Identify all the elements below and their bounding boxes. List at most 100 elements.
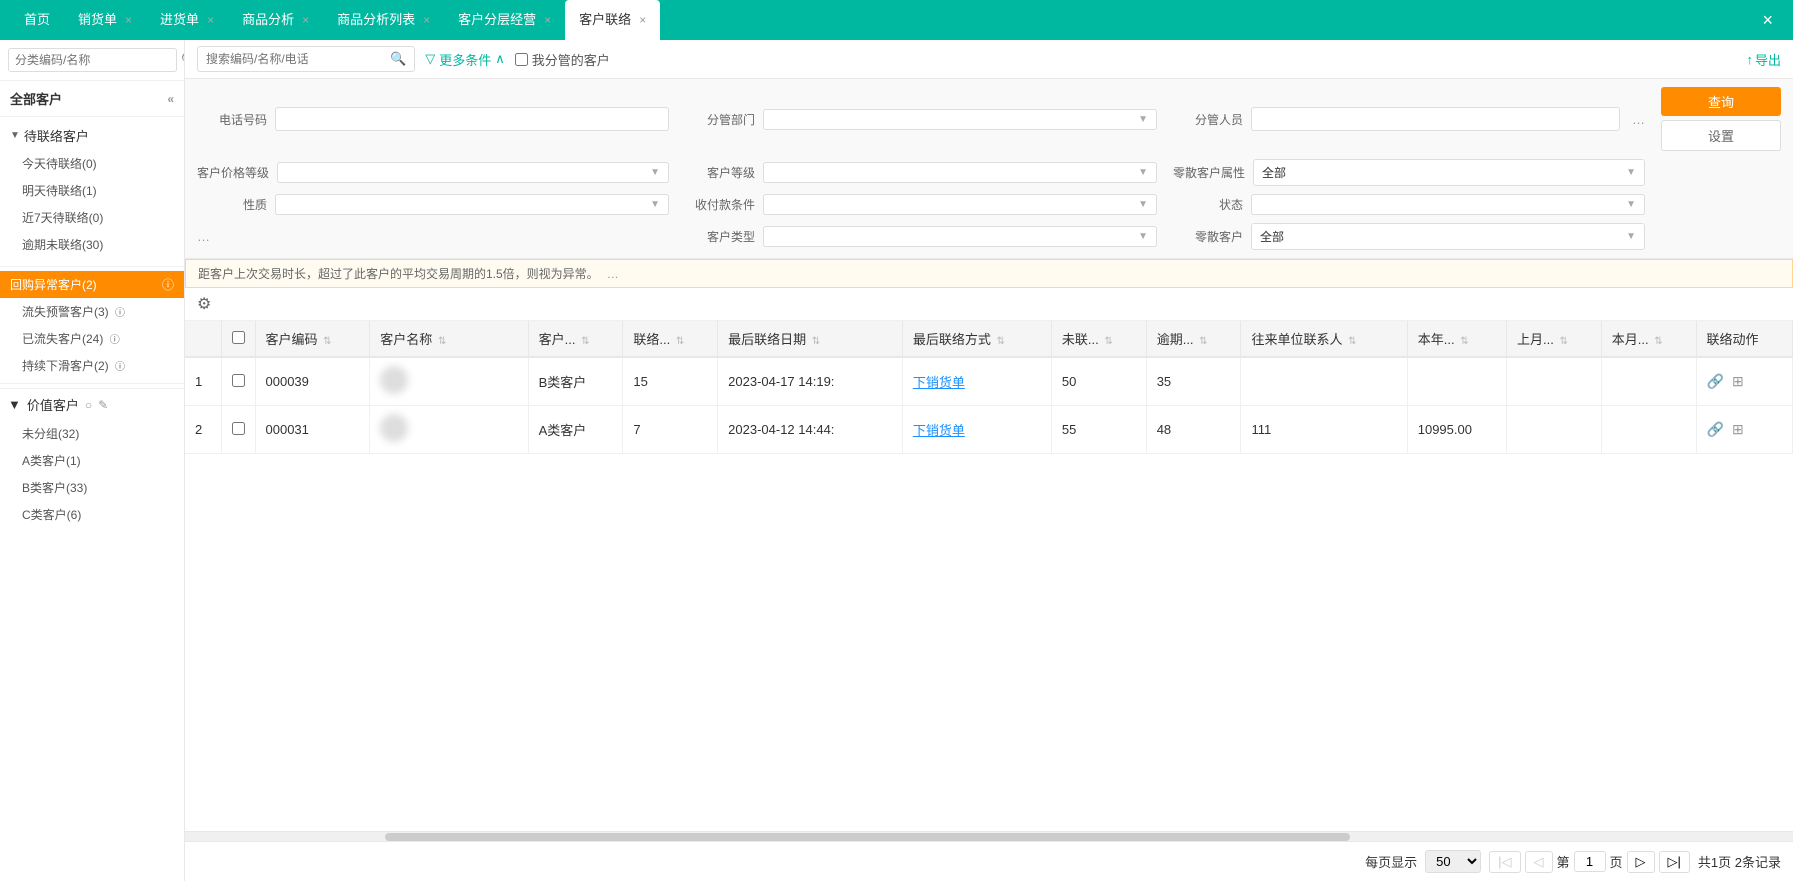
last-method-link-2[interactable]: 下销货单 xyxy=(913,423,965,438)
sidebar-group-pending[interactable]: ▼ 待联络客户 xyxy=(0,121,184,150)
more-conditions-btn[interactable]: ▽ 更多条件 ∧ xyxy=(425,50,505,69)
sidebar-item-class-a[interactable]: A类客户(1) xyxy=(0,447,184,474)
total-records-label: 共1页 2条记录 xyxy=(1698,852,1781,871)
export-button[interactable]: ↑ 导出 xyxy=(1746,50,1781,69)
tooltip-more-icon[interactable]: … xyxy=(607,267,619,281)
filter-extra: … xyxy=(197,229,669,244)
input-phone[interactable] xyxy=(275,107,669,131)
col-last-date: 最后联络日期 ⇅ xyxy=(718,321,903,357)
sort-type-icon[interactable]: ⇅ xyxy=(581,336,589,347)
content-area: 🔍 ▽ 更多条件 ∧ 我分管的客户 ↑ 导出 电话号码 xyxy=(185,40,1793,881)
next-page-btn[interactable]: ▷ xyxy=(1627,851,1655,873)
prev-page-btn[interactable]: ◁ xyxy=(1525,851,1553,873)
sidebar-search-input[interactable] xyxy=(8,48,177,72)
sidebar-item-unclassified[interactable]: 未分组(32) xyxy=(0,420,184,447)
filter-form: 电话号码 分管部门 ▼ 分管人员 … 查询 设置 xyxy=(185,79,1793,259)
sidebar-item-declining[interactable]: 持续下滑客户(2) ⓘ xyxy=(0,352,184,379)
link-icon-1[interactable]: 🔗 xyxy=(1707,373,1724,390)
nav-customer-contact[interactable]: 客户联络 × xyxy=(565,0,660,40)
first-page-btn[interactable]: |◁ xyxy=(1489,851,1520,873)
sort-unread-icon[interactable]: ⇅ xyxy=(1104,336,1112,347)
select-nature[interactable]: ▼ xyxy=(275,194,669,215)
info-icon-4: ⓘ xyxy=(115,362,125,373)
query-button[interactable]: 查询 xyxy=(1661,87,1781,116)
close-purchase-order[interactable]: × xyxy=(207,0,214,40)
select-retail-attr[interactable]: 全部 ▼ xyxy=(1253,159,1645,186)
nav-product-analysis[interactable]: 商品分析 × xyxy=(228,0,323,40)
nav-customer-segments[interactable]: 客户分层经营 × xyxy=(444,0,565,40)
extra-dots-icon[interactable]: … xyxy=(197,229,210,244)
sort-last-month-icon[interactable]: ⇅ xyxy=(1559,336,1567,347)
close-customer-segments[interactable]: × xyxy=(544,0,551,40)
row-checkbox-2[interactable] xyxy=(232,422,245,435)
sidebar-item-class-b[interactable]: B类客户(33) xyxy=(0,474,184,501)
search-input[interactable] xyxy=(206,52,386,66)
select-customer-level[interactable]: ▼ xyxy=(763,162,1157,183)
sidebar-item-tomorrow[interactable]: 明天待联络(1) xyxy=(0,177,184,204)
sort-this-month-icon[interactable]: ⇅ xyxy=(1654,336,1662,347)
price-edit-icon[interactable]: ✎ xyxy=(98,398,108,412)
close-product-analysis-list[interactable]: × xyxy=(423,0,430,40)
sidebar-item-lost[interactable]: 已流失客户(24) ⓘ xyxy=(0,325,184,352)
close-sales-order[interactable]: × xyxy=(125,0,132,40)
cell-overdue-1: 35 xyxy=(1146,357,1241,406)
sidebar-group-pending-label: 待联络客户 xyxy=(24,126,89,145)
select-status[interactable]: ▼ xyxy=(1251,194,1645,215)
sort-code-icon[interactable]: ⇅ xyxy=(323,336,331,347)
sidebar-collapse-icon[interactable]: « xyxy=(167,92,174,106)
close-product-analysis[interactable]: × xyxy=(302,0,309,40)
table-settings-icon[interactable]: ⚙ xyxy=(197,294,211,314)
scrollbar-thumb[interactable] xyxy=(385,833,1350,841)
manager-more-icon[interactable]: … xyxy=(1632,112,1645,127)
select-retail-customer[interactable]: 全部 ▼ xyxy=(1251,223,1645,250)
window-close-button[interactable]: × xyxy=(1752,10,1783,31)
nav-purchase-order[interactable]: 进货单 × xyxy=(146,0,228,40)
last-page-btn[interactable]: ▷| xyxy=(1659,851,1690,873)
sort-contacts-icon[interactable]: ⇅ xyxy=(1348,336,1356,347)
grid-icon-2[interactable]: ⊞ xyxy=(1732,421,1744,438)
per-page-label: 每页显示 xyxy=(1365,852,1417,871)
sort-contact-icon[interactable]: ⇅ xyxy=(676,336,684,347)
sidebar-item-class-c[interactable]: C类客户(6) xyxy=(0,501,184,528)
select-all-checkbox[interactable] xyxy=(232,331,245,344)
sort-last-method-icon[interactable]: ⇅ xyxy=(996,336,1004,347)
horizontal-scrollbar[interactable] xyxy=(185,831,1793,841)
grid-icon-1[interactable]: ⊞ xyxy=(1732,373,1744,390)
col-last-month-label: 上月... xyxy=(1517,332,1554,347)
sidebar-item-7days[interactable]: 近7天待联络(0) xyxy=(0,204,184,231)
link-icon-2[interactable]: 🔗 xyxy=(1707,421,1724,438)
select-price-level[interactable]: ▼ xyxy=(277,162,669,183)
sort-name-icon[interactable]: ⇅ xyxy=(438,336,446,347)
search-submit-icon[interactable]: 🔍 xyxy=(390,51,406,67)
col-checkbox xyxy=(221,321,255,357)
col-contact-label: 联络... xyxy=(633,332,670,347)
select-dept[interactable]: ▼ xyxy=(763,109,1157,130)
sidebar-item-loss-warning[interactable]: 流失预警客户(3) ⓘ xyxy=(0,298,184,325)
input-manager[interactable] xyxy=(1251,107,1620,131)
page-number-input[interactable] xyxy=(1574,851,1606,872)
action-icons-2: 🔗 ⊞ xyxy=(1707,421,1782,438)
per-page-select[interactable]: 50 20 100 xyxy=(1425,850,1481,873)
nav-sales-order[interactable]: 销货单 × xyxy=(64,0,146,40)
filter-phone: 电话号码 xyxy=(197,107,669,131)
chevron-down-icon-5: ▼ xyxy=(650,199,660,210)
select-customer-type[interactable]: ▼ xyxy=(763,226,1157,247)
sort-last-date-icon[interactable]: ⇅ xyxy=(812,336,820,347)
sidebar-item-today[interactable]: 今天待联络(0) xyxy=(0,150,184,177)
table-body: 1 000039 B类客户 15 2023-04-17 14:19: 下销货单 xyxy=(185,357,1793,454)
last-method-link-1[interactable]: 下销货单 xyxy=(913,375,965,390)
sort-this-year-icon[interactable]: ⇅ xyxy=(1460,336,1468,347)
sort-overdue-icon[interactable]: ⇅ xyxy=(1199,336,1207,347)
my-customers-checkbox[interactable] xyxy=(515,53,528,66)
sidebar-item-overdue[interactable]: 逾期未联络(30) xyxy=(0,231,184,258)
row-checkbox-1[interactable] xyxy=(232,374,245,387)
price-circle-icon[interactable]: ○ xyxy=(85,398,92,412)
nav-home[interactable]: 首页 xyxy=(10,0,64,40)
select-payment[interactable]: ▼ xyxy=(763,194,1157,215)
close-customer-contact[interactable]: × xyxy=(639,0,646,40)
filter-payment: 收付款条件 ▼ xyxy=(685,194,1157,215)
settings-button[interactable]: 设置 xyxy=(1661,120,1781,151)
sidebar-item-abnormal[interactable]: 回购异常客户(2) ⓘ xyxy=(0,271,184,298)
nav-product-analysis-list[interactable]: 商品分析列表 × xyxy=(323,0,444,40)
cell-checkbox xyxy=(221,357,255,406)
